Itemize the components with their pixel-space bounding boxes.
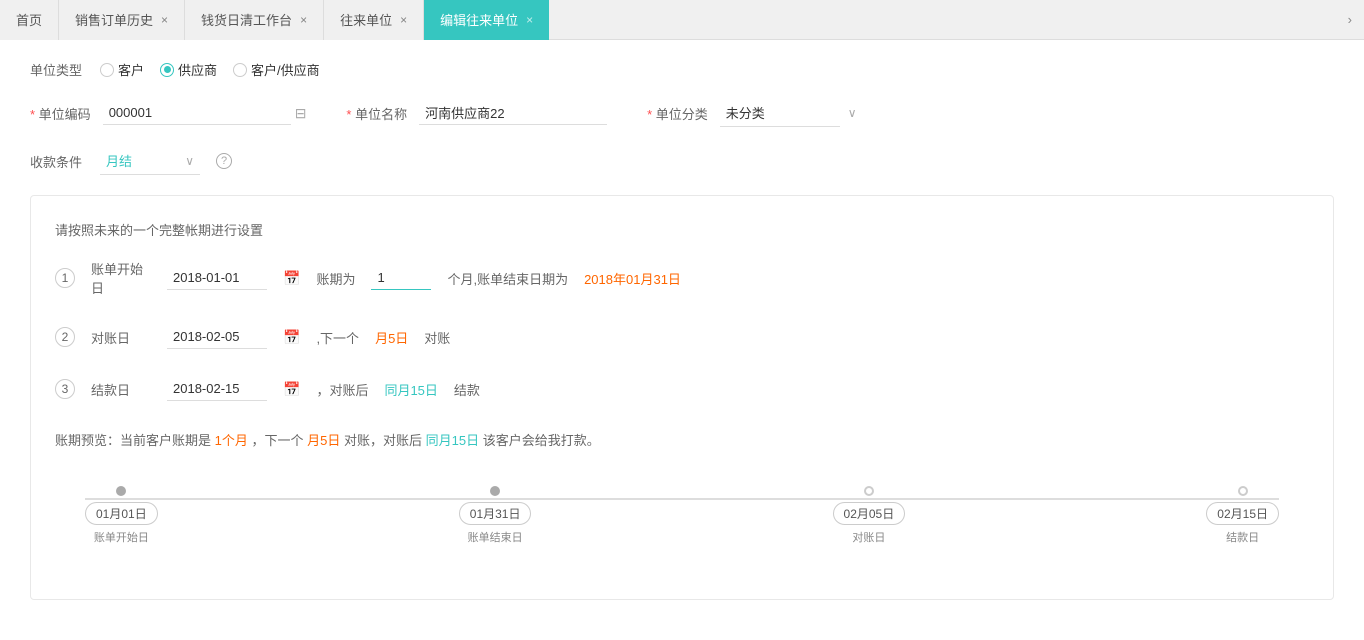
payment-suffix1: ，对账后 — [316, 380, 368, 399]
timeline-point-end: 01月31日 账单结束日 — [459, 486, 532, 545]
payment-terms-label: 收款条件 — [30, 152, 82, 171]
payment-terms-row: 收款条件 月结 ∨ ? — [30, 147, 1334, 175]
row-payment-date: 3 结款日 📅 ，对账后 同月15日 结款 — [55, 377, 1309, 401]
payment-terms-select[interactable]: 月结 ∨ — [100, 147, 200, 175]
close-partner[interactable]: × — [400, 13, 407, 27]
tab-bar: 首页 销售订单历史 × 钱货日清工作台 × 往来单位 × 编辑往来单位 × › — [0, 0, 1364, 40]
period-input[interactable] — [371, 266, 431, 290]
unit-code-input[interactable] — [103, 101, 291, 125]
row-label-1: 账单开始日 — [91, 259, 151, 297]
unit-type-radio-group: 客户 供应商 客户/供应商 — [100, 60, 320, 79]
row-label-2: 对账日 — [91, 328, 151, 347]
unit-category-label: 单位分类 — [647, 104, 708, 123]
close-cash-work[interactable]: × — [300, 13, 307, 27]
start-date-input[interactable] — [167, 266, 267, 290]
unit-category-select[interactable]: 未分类 — [720, 99, 840, 127]
timeline-point-payment: 02月15日 结款日 — [1206, 486, 1279, 545]
tab-sales-history[interactable]: 销售订单历史 × — [59, 0, 185, 40]
radio-customer-circle — [100, 63, 114, 77]
radio-customer[interactable]: 客户 — [100, 60, 144, 79]
payment-suffix3: 结款 — [454, 380, 480, 399]
timeline-dot-start — [116, 486, 126, 496]
timeline-sublabel-payment: 结款日 — [1226, 529, 1259, 545]
tab-edit-partner[interactable]: 编辑往来单位 × — [424, 0, 549, 40]
period-suffix: 个月,账单结束日期为 — [447, 269, 568, 288]
unit-name-field: 单位名称 — [346, 101, 607, 125]
payment-highlight2: 同月15日 — [384, 380, 437, 399]
row-num-2: 2 — [55, 327, 75, 347]
timeline-point-start: 01月01日 账单开始日 — [85, 486, 158, 545]
radio-both[interactable]: 客户/供应商 — [233, 60, 320, 79]
unit-code-label: 单位编码 — [30, 104, 91, 123]
period-prefix: 账期为 — [316, 269, 355, 288]
timeline-sublabel-start: 账单开始日 — [94, 529, 149, 545]
timeline: 01月01日 账单开始日 01月31日 账单结束日 02月05日 对账日 02月… — [55, 476, 1309, 575]
unit-category-dropdown-icon[interactable]: ∨ — [848, 106, 857, 120]
close-edit-partner[interactable]: × — [526, 13, 533, 27]
radio-both-circle — [233, 63, 247, 77]
timeline-label-start: 01月01日 — [85, 502, 158, 525]
payment-date-input[interactable] — [167, 377, 267, 401]
tab-home[interactable]: 首页 — [0, 0, 59, 40]
close-sales-history[interactable]: × — [161, 13, 168, 27]
row-start-date: 1 账单开始日 📅 账期为 个月,账单结束日期为 2018年01月31日 — [55, 259, 1309, 297]
preview-text: 账期预览：当前客户账期是 1个月 ，下一个 月5日 对账，对账后 同月15日 该… — [55, 429, 1309, 452]
reconcile-suffix2: 对账 — [424, 328, 450, 347]
reconcile-highlight1: 月5日 — [375, 328, 408, 347]
start-date-calendar-icon[interactable]: 📅 — [283, 270, 300, 287]
timeline-label-payment: 02月15日 — [1206, 502, 1279, 525]
unit-name-label: 单位名称 — [346, 104, 407, 123]
timeline-dot-reconcile — [864, 486, 874, 496]
reconcile-suffix1: ,下一个 — [316, 328, 359, 347]
timeline-points: 01月01日 账单开始日 01月31日 账单结束日 02月05日 对账日 02月… — [85, 486, 1279, 545]
copy-icon[interactable]: ⊟ — [295, 105, 307, 122]
period-settings-section: 请按照未来的一个完整帐期进行设置 1 账单开始日 📅 账期为 个月,账单结束日期… — [30, 195, 1334, 600]
unit-info-row: 单位编码 ⊟ 单位名称 单位分类 未分类 ∨ — [30, 99, 1334, 127]
reconcile-date-input[interactable] — [167, 325, 267, 349]
payment-terms-help-icon[interactable]: ? — [216, 153, 232, 169]
radio-supplier[interactable]: 供应商 — [160, 60, 217, 79]
reconcile-date-calendar-icon[interactable]: 📅 — [283, 329, 300, 346]
row-num-3: 3 — [55, 379, 75, 399]
unit-category-field: 单位分类 未分类 ∨ — [647, 99, 856, 127]
payment-terms-dropdown-icon[interactable]: ∨ — [185, 154, 194, 168]
radio-supplier-circle — [160, 63, 174, 77]
timeline-dot-payment — [1238, 486, 1248, 496]
timeline-sublabel-end: 账单结束日 — [468, 529, 523, 545]
row-num-1: 1 — [55, 268, 75, 288]
timeline-dot-end — [490, 486, 500, 496]
unit-name-input[interactable] — [419, 101, 607, 125]
unit-code-field: 单位编码 ⊟ — [30, 101, 306, 125]
row-reconcile-date: 2 对账日 📅 ,下一个 月5日 对账 — [55, 325, 1309, 349]
period-end-date: 2018年01月31日 — [584, 269, 681, 288]
payment-date-calendar-icon[interactable]: 📅 — [283, 381, 300, 398]
tab-more-button[interactable]: › — [1336, 12, 1364, 27]
timeline-sublabel-reconcile: 对账日 — [852, 529, 885, 545]
main-content: 单位类型 客户 供应商 客户/供应商 单位编码 ⊟ 单位名称 — [0, 40, 1364, 640]
unit-type-label: 单位类型 — [30, 60, 82, 79]
row-label-3: 结款日 — [91, 380, 151, 399]
tab-partner[interactable]: 往来单位 × — [324, 0, 424, 40]
timeline-label-reconcile: 02月05日 — [833, 502, 906, 525]
timeline-label-end: 01月31日 — [459, 502, 532, 525]
unit-type-row: 单位类型 客户 供应商 客户/供应商 — [30, 60, 1334, 79]
tab-cash-work[interactable]: 钱货日清工作台 × — [185, 0, 324, 40]
section-title: 请按照未来的一个完整帐期进行设置 — [55, 220, 1309, 239]
timeline-point-reconcile: 02月05日 对账日 — [833, 486, 906, 545]
